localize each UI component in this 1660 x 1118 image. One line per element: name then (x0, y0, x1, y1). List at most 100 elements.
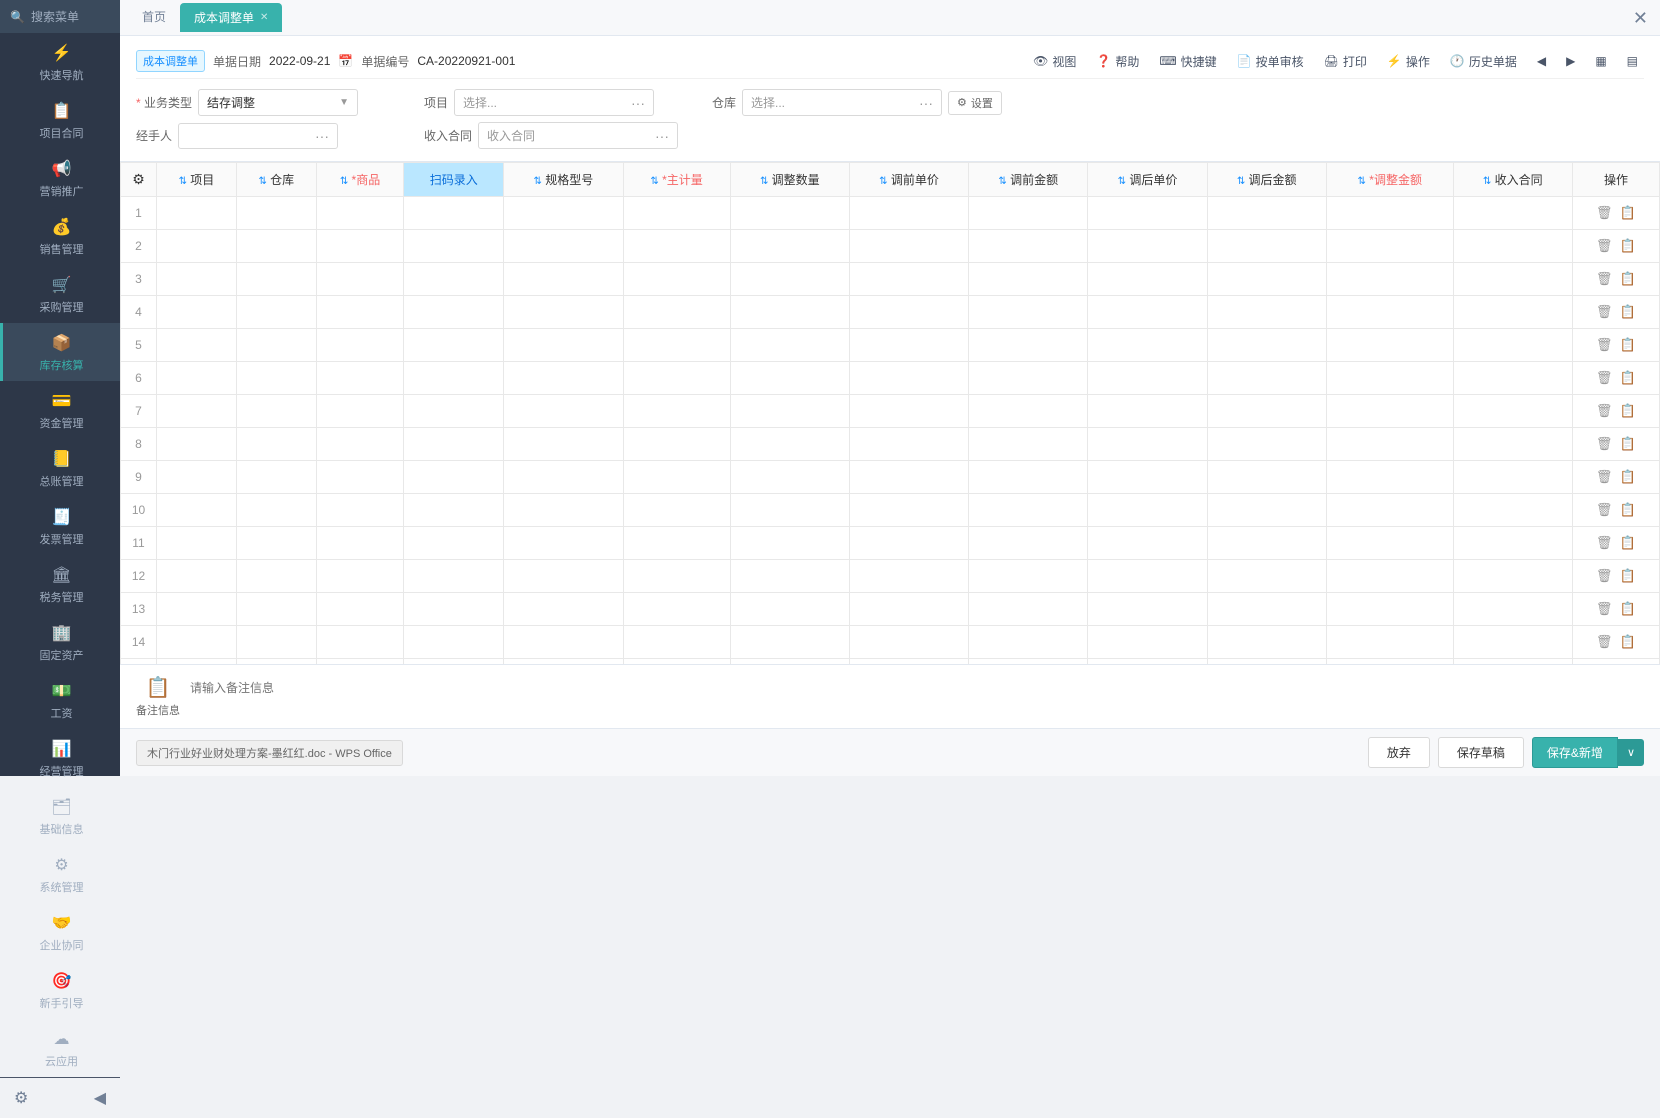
cell-after-price[interactable] (1088, 362, 1207, 395)
sidebar-item-new-guide[interactable]: 🎯 新手引导 (0, 961, 120, 1019)
cell-after-amount[interactable] (1207, 428, 1326, 461)
cell-project[interactable] (157, 593, 237, 626)
cell-adjust-qty[interactable] (730, 461, 849, 494)
sidebar-item-purchase-management[interactable]: 🛒 采购管理 (0, 265, 120, 323)
cell-before-price[interactable] (849, 263, 968, 296)
delete-row-btn[interactable]: 🗑 (1594, 533, 1615, 553)
cell-unit[interactable] (623, 197, 730, 230)
cell-after-amount[interactable] (1207, 593, 1326, 626)
cell-project[interactable] (157, 395, 237, 428)
cell-after-amount[interactable] (1207, 329, 1326, 362)
cell-income-contract[interactable] (1453, 329, 1572, 362)
sidebar-item-enterprise-cooperation[interactable]: 🤝 企业协同 (0, 903, 120, 961)
sort-after-price[interactable]: ⇅ (1118, 176, 1126, 187)
cell-income-contract[interactable] (1453, 560, 1572, 593)
sidebar-item-sales-management[interactable]: 💰 销售管理 (0, 207, 120, 265)
cell-after-price[interactable] (1088, 230, 1207, 263)
cell-warehouse[interactable] (236, 593, 316, 626)
cell-after-amount[interactable] (1207, 395, 1326, 428)
cell-product[interactable] (316, 296, 404, 329)
sidebar-item-invoice-management[interactable]: 🧾 发票管理 (0, 497, 120, 555)
cell-income-contract[interactable] (1453, 263, 1572, 296)
toolbar-view[interactable]: 👁 视图 (1027, 51, 1082, 72)
sidebar-item-sales-promotion[interactable]: 📢 营销推广 (0, 149, 120, 207)
cell-product[interactable] (316, 461, 404, 494)
cell-product[interactable] (316, 197, 404, 230)
toolbar-nav-next[interactable]: ▶ (1560, 52, 1581, 70)
copy-row-btn[interactable]: 📋 (1618, 434, 1638, 454)
cell-spec-model[interactable] (504, 560, 623, 593)
cell-after-price[interactable] (1088, 461, 1207, 494)
cell-after-amount[interactable] (1207, 560, 1326, 593)
copy-row-btn[interactable]: 📋 (1618, 368, 1638, 388)
sort-warehouse[interactable]: ⇅ (258, 176, 266, 187)
toolbar-print[interactable]: 🖨 打印 (1318, 51, 1373, 72)
copy-row-btn[interactable]: 📋 (1618, 401, 1638, 421)
sort-project[interactable]: ⇅ (179, 176, 187, 187)
cell-before-price[interactable] (849, 494, 968, 527)
sidebar-item-basic-info[interactable]: 🗂 基础信息 (0, 787, 120, 845)
cell-unit[interactable] (623, 560, 730, 593)
cell-scan-input[interactable] (404, 461, 504, 494)
sidebar-item-system-management[interactable]: ⚙ 系统管理 (0, 845, 120, 903)
cell-unit[interactable] (623, 362, 730, 395)
cell-project[interactable] (157, 362, 237, 395)
cell-spec-model[interactable] (504, 428, 623, 461)
cell-spec-model[interactable] (504, 197, 623, 230)
sidebar-item-ledger-management[interactable]: 📒 总账管理 (0, 439, 120, 497)
copy-row-btn[interactable]: 📋 (1618, 566, 1638, 586)
cell-after-amount[interactable] (1207, 527, 1326, 560)
window-close-btn[interactable]: ✕ (1633, 8, 1648, 29)
cell-adjust-amount[interactable] (1326, 329, 1453, 362)
cell-before-price[interactable] (849, 230, 968, 263)
col-scan-input[interactable]: 扫码录入 (404, 163, 504, 197)
cell-adjust-amount[interactable] (1326, 560, 1453, 593)
cell-adjust-amount[interactable] (1326, 197, 1453, 230)
cell-unit[interactable] (623, 263, 730, 296)
copy-row-btn[interactable]: 📋 (1618, 203, 1638, 223)
cell-product[interactable] (316, 527, 404, 560)
toolbar-layout-list[interactable]: ▤ (1621, 52, 1644, 70)
cell-scan-input[interactable] (404, 593, 504, 626)
cell-income-contract[interactable] (1453, 494, 1572, 527)
delete-row-btn[interactable]: 🗑 (1594, 236, 1615, 256)
cell-scan-input[interactable] (404, 329, 504, 362)
cell-spec-model[interactable] (504, 230, 623, 263)
delete-row-btn[interactable]: 🗑 (1594, 401, 1615, 421)
cell-before-price[interactable] (849, 626, 968, 659)
cell-adjust-qty[interactable] (730, 494, 849, 527)
toolbar-layout-grid[interactable]: ▦ (1589, 52, 1612, 70)
delete-row-btn[interactable]: 🗑 (1594, 302, 1615, 322)
cell-before-price[interactable] (849, 560, 968, 593)
cell-adjust-qty[interactable] (730, 428, 849, 461)
cell-income-contract[interactable] (1453, 527, 1572, 560)
cell-scan-input[interactable] (404, 560, 504, 593)
cell-spec-model[interactable] (504, 461, 623, 494)
cell-warehouse[interactable] (236, 362, 316, 395)
cell-warehouse[interactable] (236, 428, 316, 461)
sidebar-item-quick-nav[interactable]: ⚡ 快速导航 (0, 33, 120, 91)
delete-row-btn[interactable]: 🗑 (1594, 566, 1615, 586)
cell-spec-model[interactable] (504, 593, 623, 626)
cell-after-price[interactable] (1088, 593, 1207, 626)
cell-before-amount[interactable] (969, 263, 1088, 296)
sort-before-price[interactable]: ⇅ (879, 176, 887, 187)
cell-income-contract[interactable] (1453, 428, 1572, 461)
cell-adjust-amount[interactable] (1326, 494, 1453, 527)
cell-income-contract[interactable] (1453, 197, 1572, 230)
cell-adjust-qty[interactable] (730, 560, 849, 593)
cell-scan-input[interactable] (404, 362, 504, 395)
sidebar-item-fund-management[interactable]: 💳 资金管理 (0, 381, 120, 439)
calendar-icon[interactable]: 📅 (338, 54, 353, 68)
cell-income-contract[interactable] (1453, 395, 1572, 428)
delete-row-btn[interactable]: 🗑 (1594, 335, 1615, 355)
cell-before-price[interactable] (849, 362, 968, 395)
cell-before-amount[interactable] (969, 461, 1088, 494)
sidebar-item-project-contract[interactable]: 📋 项目合同 (0, 91, 120, 149)
cell-project[interactable] (157, 329, 237, 362)
cell-warehouse[interactable] (236, 395, 316, 428)
cell-spec-model[interactable] (504, 527, 623, 560)
tab-home[interactable]: 首页 (128, 0, 180, 35)
sort-before-amount[interactable]: ⇅ (998, 176, 1006, 187)
cell-income-contract[interactable] (1453, 461, 1572, 494)
